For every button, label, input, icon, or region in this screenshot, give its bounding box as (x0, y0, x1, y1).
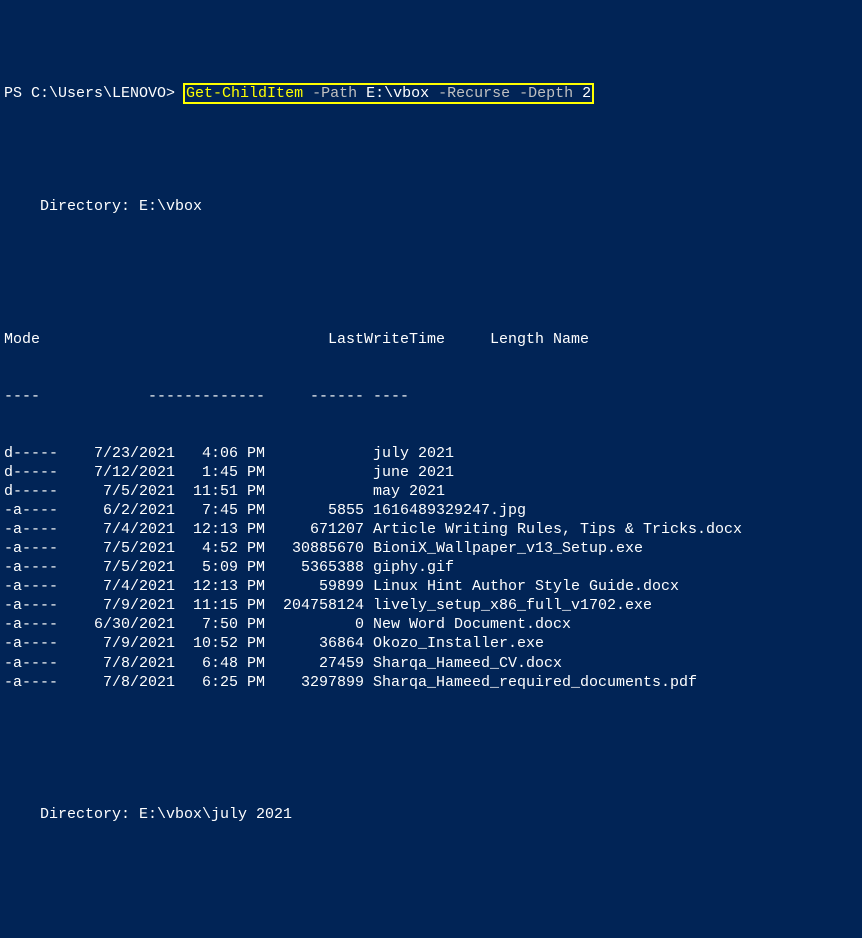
ps-prompt: PS C:\Users\LENOVO> (4, 85, 175, 102)
table-row: -a---- 7/5/2021 5:09 PM 5365388 giphy.gi… (4, 558, 858, 577)
cell-time: 7:45 PM (193, 501, 265, 520)
table-row: -a---- 6/30/2021 7:50 PM 0 New Word Docu… (4, 615, 858, 634)
cell-mode: -a---- (4, 539, 58, 558)
param-recurse: -Recurse (429, 85, 510, 102)
cell-name: BioniX_Wallpaper_v13_Setup.exe (373, 539, 643, 558)
cell-mode: d----- (4, 482, 58, 501)
cell-name: Linux Hint Author Style Guide.docx (373, 577, 679, 596)
cell-mode: -a---- (4, 501, 58, 520)
cell-time: 12:13 PM (193, 577, 265, 596)
cell-name: lively_setup_x86_full_v1702.exe (373, 596, 652, 615)
table-row: d----- 7/5/2021 11:51 PM may 2021 (4, 482, 858, 501)
cell-length: 30885670 (283, 539, 364, 558)
cell-date: 6/30/2021 (85, 615, 175, 634)
table-row: -a---- 7/4/2021 12:13 PM 671207 Article … (4, 520, 858, 539)
table-row: d----- 7/12/2021 1:45 PM june 2021 (4, 463, 858, 482)
cell-length: 5855 (283, 501, 364, 520)
cell-date: 7/23/2021 (85, 444, 175, 463)
cell-name: may 2021 (373, 482, 445, 501)
cell-length: 671207 (283, 520, 364, 539)
cell-date: 7/4/2021 (85, 520, 175, 539)
cell-length: 5365388 (283, 558, 364, 577)
cell-date: 7/5/2021 (85, 558, 175, 577)
cell-mode: -a---- (4, 673, 58, 692)
cell-time: 11:15 PM (193, 596, 265, 615)
cell-mode: -a---- (4, 558, 58, 577)
cell-mode: -a---- (4, 634, 58, 653)
cell-date: 7/12/2021 (85, 463, 175, 482)
param-path: -Path (303, 85, 366, 102)
directory-header-1: Directory: E:\vbox (4, 197, 858, 216)
cell-time: 11:51 PM (193, 482, 265, 501)
hdr-length: Length (463, 330, 544, 349)
table-row: -a---- 7/8/2021 6:25 PM 3297899 Sharqa_H… (4, 673, 858, 692)
cell-date: 7/4/2021 (85, 577, 175, 596)
cell-mode: -a---- (4, 520, 58, 539)
cell-time: 4:52 PM (193, 539, 265, 558)
cell-date: 7/9/2021 (85, 634, 175, 653)
table-row: d----- 7/23/2021 4:06 PM july 2021 (4, 444, 858, 463)
cell-time: 7:50 PM (193, 615, 265, 634)
path-value: E:\vbox (366, 85, 429, 102)
cell-mode: d----- (4, 463, 58, 482)
table-row: -a---- 7/5/2021 4:52 PM 30885670 BioniX_… (4, 539, 858, 558)
table-row: -a---- 6/2/2021 7:45 PM 5855 16164893292… (4, 501, 858, 520)
listing-table: Mode LastWriteTime Length Name ---- ----… (4, 292, 858, 730)
cell-time: 5:09 PM (193, 558, 265, 577)
cell-time: 10:52 PM (193, 634, 265, 653)
cell-mode: d----- (4, 444, 58, 463)
cell-mode: -a---- (4, 596, 58, 615)
hdr-name: Name (553, 330, 589, 349)
cmdlet: Get-ChildItem (186, 85, 303, 102)
table-row: -a---- 7/9/2021 11:15 PM 204758124 livel… (4, 596, 858, 615)
cell-date: 7/5/2021 (85, 482, 175, 501)
cell-name: Okozo_Installer.exe (373, 634, 544, 653)
table-row: -a---- 7/8/2021 6:48 PM 27459 Sharqa_Ham… (4, 654, 858, 673)
table-header: Mode LastWriteTime Length Name (4, 330, 858, 349)
cell-name: Sharqa_Hameed_required_documents.pdf (373, 673, 697, 692)
cell-time: 12:13 PM (193, 520, 265, 539)
cell-length: 204758124 (283, 596, 364, 615)
cell-mode: -a---- (4, 615, 58, 634)
cell-name: giphy.gif (373, 558, 454, 577)
cell-mode: -a---- (4, 577, 58, 596)
cell-date: 7/9/2021 (85, 596, 175, 615)
cell-length: 27459 (283, 654, 364, 673)
cell-name: Article Writing Rules, Tips & Tricks.doc… (373, 520, 742, 539)
cell-date: 7/8/2021 (85, 654, 175, 673)
depth-value: 2 (582, 85, 591, 102)
cell-mode: -a---- (4, 654, 58, 673)
cell-name: june 2021 (373, 463, 454, 482)
cell-time: 6:48 PM (193, 654, 265, 673)
cell-date: 7/8/2021 (85, 673, 175, 692)
prompt-line[interactable]: PS C:\Users\LENOVO> Get-ChildItem -Path … (4, 84, 858, 103)
cell-length: 36864 (283, 634, 364, 653)
cell-time: 4:06 PM (193, 444, 265, 463)
cell-length: 59899 (283, 577, 364, 596)
hdr-mode: Mode (4, 330, 58, 349)
cell-name: 1616489329247.jpg (373, 501, 526, 520)
directory-header-2: Directory: E:\vbox\july 2021 (4, 805, 858, 824)
cell-length: 0 (283, 615, 364, 634)
cell-name: july 2021 (373, 444, 454, 463)
cell-name: Sharqa_Hameed_CV.docx (373, 654, 562, 673)
param-depth: -Depth (510, 85, 582, 102)
table-row: -a---- 7/9/2021 10:52 PM 36864 Okozo_Ins… (4, 634, 858, 653)
command-highlight: Get-ChildItem -Path E:\vbox -Recurse -De… (184, 84, 593, 103)
cell-length: 3297899 (283, 673, 364, 692)
table-dashes: ---- ------------- ------ ---- (4, 387, 858, 406)
cell-date: 7/5/2021 (85, 539, 175, 558)
cell-time: 6:25 PM (193, 673, 265, 692)
cell-time: 1:45 PM (193, 463, 265, 482)
output-section: Directory: E:\vbox Mode LastWriteTime Le… (4, 159, 858, 843)
cell-date: 6/2/2021 (85, 501, 175, 520)
cell-name: New Word Document.docx (373, 615, 571, 634)
table-row: -a---- 7/4/2021 12:13 PM 59899 Linux Hin… (4, 577, 858, 596)
